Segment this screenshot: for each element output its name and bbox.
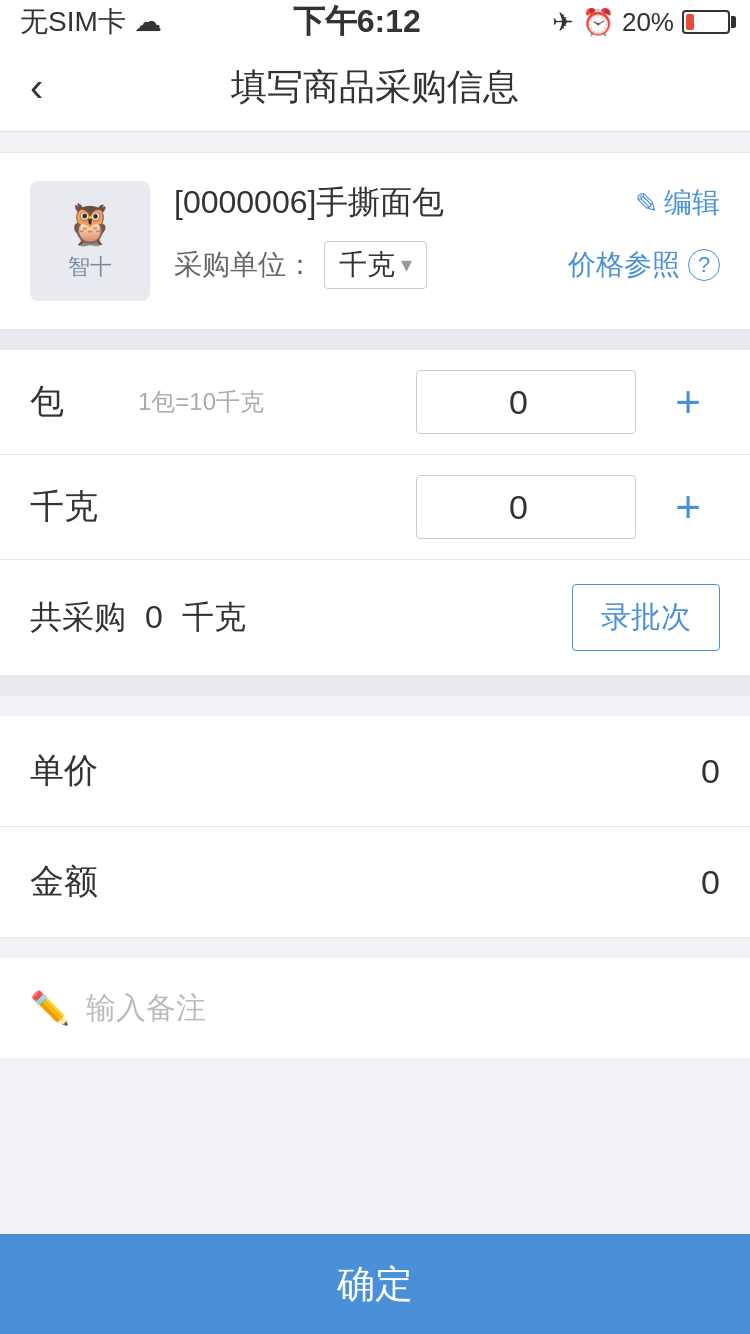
total-label: 共采购 <box>30 599 126 635</box>
status-bar-left: 无SIM卡 ☁ <box>20 3 162 41</box>
section-divider-2 <box>0 676 750 696</box>
page-title: 填写商品采购信息 <box>231 63 519 112</box>
price-ref-label: 价格参照 <box>568 246 680 284</box>
amount-value: 0 <box>701 863 720 902</box>
package-input-row: 包 1包=10千克 + <box>0 350 750 455</box>
edit-button[interactable]: ✎ 编辑 <box>635 184 720 222</box>
price-info-section: 单价 0 金额 0 <box>0 716 750 938</box>
location-icon: ✈ <box>552 7 574 38</box>
kg-input-row: 千克 + <box>0 455 750 560</box>
edit-icon: ✎ <box>635 187 658 220</box>
unit-price-label: 单价 <box>30 748 98 794</box>
battery-icon <box>682 10 730 34</box>
status-bar-right: ✈ ⏰ 20% <box>552 7 730 38</box>
package-input[interactable] <box>416 370 636 434</box>
package-sublabel: 1包=10千克 <box>138 386 264 418</box>
total-amount: 0 <box>145 599 163 635</box>
package-plus-button[interactable]: + <box>656 370 720 434</box>
dropdown-icon: ▾ <box>401 252 412 278</box>
edit-label: 编辑 <box>664 184 720 222</box>
unit-value: 千克 <box>339 246 395 284</box>
product-name-row: [0000006]手撕面包 ✎ 编辑 <box>174 181 720 225</box>
total-row: 共采购 0 千克 录批次 <box>0 560 750 676</box>
total-unit: 千克 <box>182 599 246 635</box>
unit-select-area[interactable]: 采购单位： 千克 ▾ <box>174 241 427 289</box>
page-header: ‹ 填写商品采购信息 <box>0 44 750 132</box>
battery-percent: 20% <box>622 7 674 38</box>
help-icon: ? <box>688 249 720 281</box>
unit-price-value: 0 <box>701 752 720 791</box>
total-text: 共采购 0 千克 <box>30 596 246 640</box>
notes-section[interactable]: ✏️ 输入备注 <box>0 958 750 1058</box>
confirm-button[interactable]: 确定 <box>0 1234 750 1334</box>
product-image: 🦉 智十 <box>30 181 150 301</box>
product-owl-icon: 🦉 <box>65 201 115 248</box>
unit-label: 采购单位： <box>174 246 314 284</box>
unit-select[interactable]: 千克 ▾ <box>324 241 427 289</box>
kg-plus-button[interactable]: + <box>656 475 720 539</box>
pencil-icon: ✏️ <box>30 989 70 1027</box>
product-info: [0000006]手撕面包 ✎ 编辑 采购单位： 千克 ▾ 价格参照 ? <box>174 181 720 289</box>
section-divider-1 <box>0 330 750 350</box>
amount-label: 金额 <box>30 859 98 905</box>
unit-row: 采购单位： 千克 ▾ 价格参照 ? <box>174 241 720 289</box>
alarm-icon: ⏰ <box>582 7 614 38</box>
sim-label: 无SIM卡 ☁ <box>20 3 162 41</box>
batch-button[interactable]: 录批次 <box>572 584 720 651</box>
product-card: 🦉 智十 [0000006]手撕面包 ✎ 编辑 采购单位： 千克 ▾ 价格参照 <box>0 152 750 330</box>
product-name: [0000006]手撕面包 <box>174 181 444 225</box>
status-bar-time: 下午6:12 <box>293 0 421 44</box>
kg-input[interactable] <box>416 475 636 539</box>
product-image-label: 智十 <box>68 252 112 282</box>
unit-price-row: 单价 0 <box>0 716 750 827</box>
price-ref-button[interactable]: 价格参照 ? <box>568 246 720 284</box>
amount-row: 金额 0 <box>0 827 750 938</box>
kg-label: 千克 <box>30 484 110 530</box>
package-label: 包 <box>30 379 110 425</box>
input-section: 包 1包=10千克 + 千克 + <box>0 350 750 560</box>
status-bar: 无SIM卡 ☁ 下午6:12 ✈ ⏰ 20% <box>0 0 750 44</box>
notes-placeholder: 输入备注 <box>86 988 206 1029</box>
back-button[interactable]: ‹ <box>30 65 43 110</box>
